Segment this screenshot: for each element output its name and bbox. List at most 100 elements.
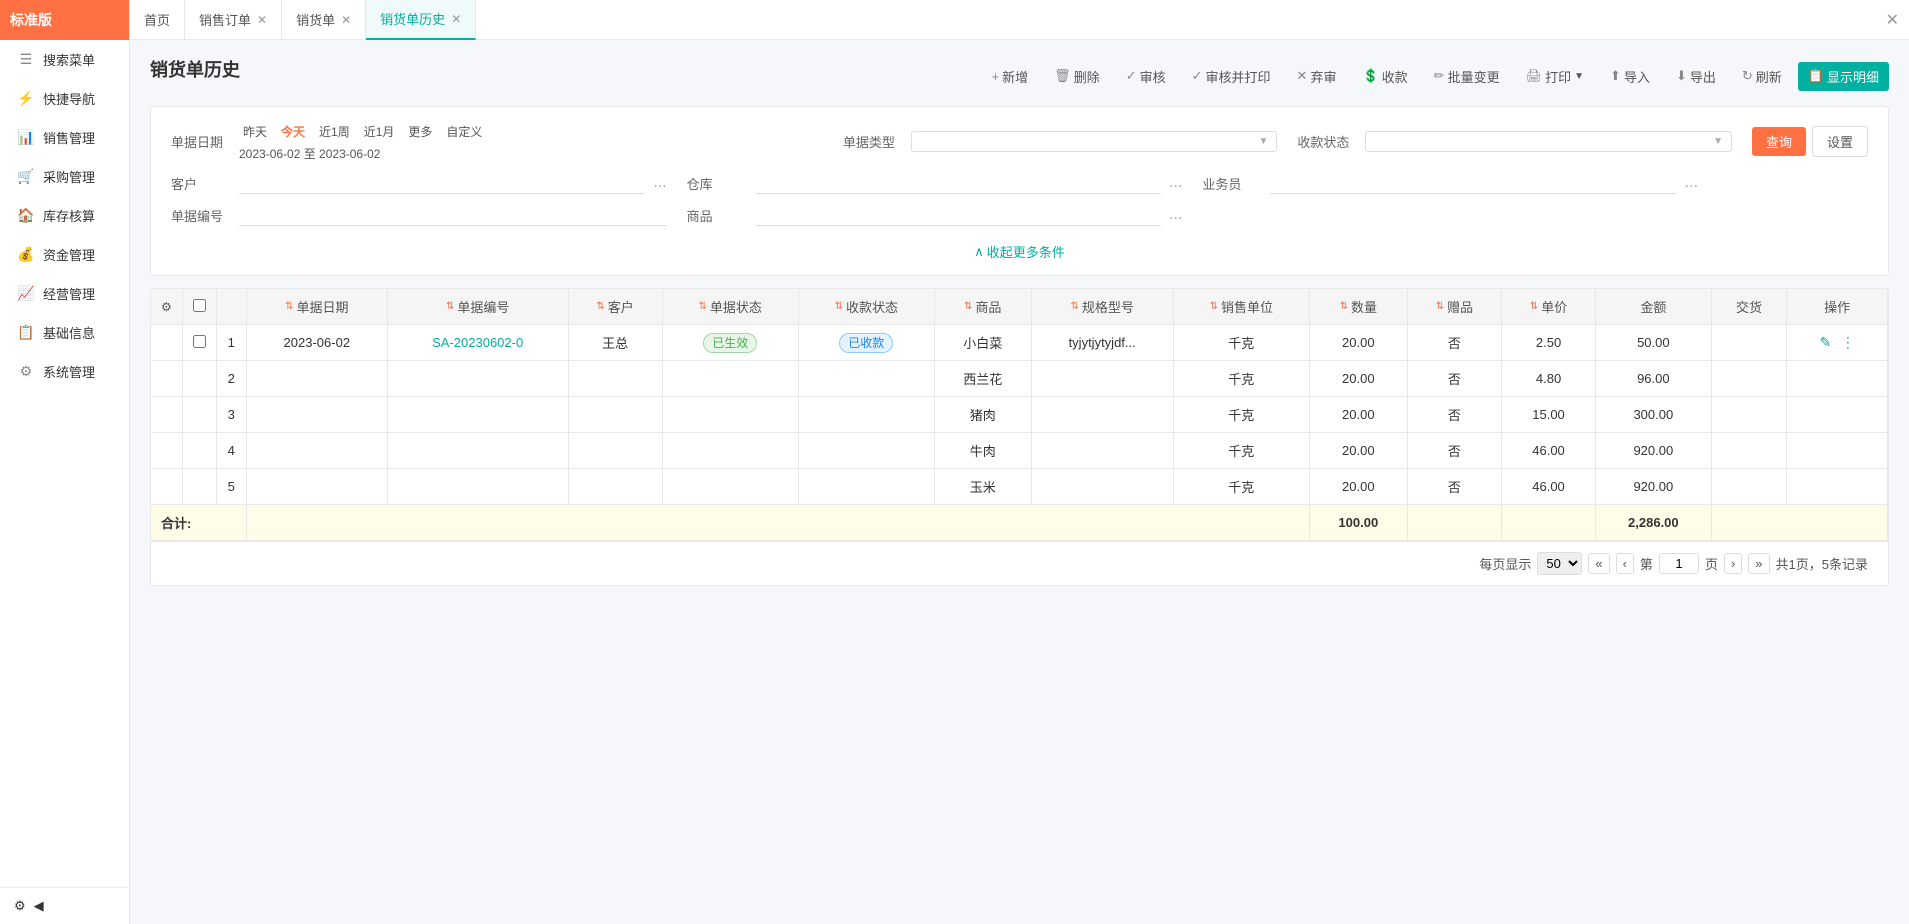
cell-qty-5: 20.00 [1309, 469, 1407, 505]
col-docno-label: 单据编号 [457, 297, 509, 316]
sidebar-settings-btn[interactable]: ⚙ ◀ [0, 888, 129, 924]
doc-type-select[interactable]: ▼ [911, 131, 1278, 152]
sidebar-item-base[interactable]: 📋 基础信息 [0, 313, 129, 352]
col-product[interactable]: ⇅商品 [934, 289, 1031, 325]
col-qty[interactable]: ⇅数量 [1309, 289, 1407, 325]
docno-label: 单据编号 [171, 206, 231, 225]
base-icon: 📋 [17, 324, 35, 342]
sidebar-item-search[interactable]: ☰ 搜索菜单 [0, 40, 129, 79]
payment-status-dropdown-icon: ▼ [1713, 136, 1723, 147]
tab-bar: 首页 销售订单 ✕ 销货单 ✕ 销货单历史 ✕ ✕ [130, 0, 1909, 40]
warehouse-dots[interactable]: ... [1169, 174, 1182, 192]
cell-trade-4 [1711, 433, 1787, 469]
next-page-btn[interactable]: › [1724, 553, 1742, 574]
docno-input[interactable] [239, 204, 667, 226]
salesperson-dots[interactable]: ... [1685, 174, 1698, 192]
date-lastmonth[interactable]: 近1月 [360, 121, 399, 142]
date-custom[interactable]: 自定义 [442, 121, 486, 142]
date-today[interactable]: 今天 [277, 121, 309, 142]
add-button[interactable]: + 新增 [982, 62, 1039, 91]
product-input[interactable] [755, 204, 1161, 226]
sidebar-item-sales[interactable]: 📊 销售管理 [0, 118, 129, 157]
cell-gear-4 [151, 433, 182, 469]
tab-sales-order[interactable]: 销售订单 ✕ [185, 0, 282, 40]
cell-action-5 [1787, 469, 1888, 505]
first-page-btn[interactable]: « [1588, 553, 1609, 574]
settings-filter-button[interactable]: 设置 [1812, 126, 1868, 157]
col-paystatus[interactable]: ⇅收款状态 [798, 289, 934, 325]
window-close-btn[interactable]: ✕ [1886, 10, 1899, 30]
row-check-1[interactable] [193, 335, 206, 348]
sidebar-item-base-label: 基础信息 [43, 323, 95, 342]
sidebar-item-inventory[interactable]: 🏠 库存核算 [0, 196, 129, 235]
cell-trade-3 [1711, 397, 1787, 433]
table-total-row: 合计: 100.00 2,286.00 [151, 505, 1888, 541]
check-all[interactable] [193, 299, 206, 312]
per-page-select[interactable]: 50 [1537, 552, 1582, 575]
col-gear[interactable]: ⚙ [151, 289, 182, 325]
filter-collapse[interactable]: ∧ 收起更多条件 [171, 236, 1868, 261]
col-docno[interactable]: ⇅单据编号 [387, 289, 568, 325]
tab-home[interactable]: 首页 [130, 0, 185, 40]
print-icon: 🖨 [1526, 68, 1543, 84]
refresh-button[interactable]: ↻ 刷新 [1732, 62, 1792, 91]
salesperson-label: 业务员 [1202, 174, 1262, 193]
page-number-input[interactable] [1659, 553, 1699, 574]
collect-button[interactable]: 💲 收款 [1352, 62, 1417, 91]
cell-rowno-3: 3 [216, 397, 246, 433]
tab-sales-goods-close[interactable]: ✕ [341, 13, 351, 27]
last-page-btn[interactable]: » [1748, 553, 1769, 574]
prev-page-btn[interactable]: ‹ [1616, 553, 1634, 574]
col-gift[interactable]: ⇅赠品 [1407, 289, 1501, 325]
export-button[interactable]: ⬇ 导出 [1666, 62, 1726, 91]
date-more[interactable]: 更多 [404, 121, 436, 142]
show-detail-button[interactable]: 📋 显示明细 [1798, 62, 1889, 91]
action-edit-1[interactable]: ✎ [1820, 334, 1832, 350]
query-button[interactable]: 查询 [1752, 127, 1806, 156]
col-docstatus[interactable]: ⇅单据状态 [662, 289, 798, 325]
delete-button[interactable]: 🗑 删除 [1044, 62, 1110, 91]
sidebar-item-fund[interactable]: 💰 资金管理 [0, 235, 129, 274]
customer-dots[interactable]: ... [653, 174, 666, 192]
abandon-button[interactable]: ✕ 弃审 [1287, 62, 1347, 91]
date-yesterday[interactable]: 昨天 [239, 121, 271, 142]
tab-sales-history[interactable]: 销货单历史 ✕ [366, 0, 476, 40]
product-dots[interactable]: ... [1169, 206, 1182, 224]
action-more-1[interactable]: ⋮ [1841, 334, 1855, 350]
sidebar-item-ops[interactable]: 📈 经营管理 [0, 274, 129, 313]
customer-input[interactable] [239, 172, 645, 194]
print-button[interactable]: 🖨 打印 ▼ [1516, 62, 1594, 91]
salesperson-input[interactable] [1270, 172, 1676, 194]
search-menu-icon: ☰ [17, 51, 35, 69]
col-date[interactable]: ⇅单据日期 [246, 289, 387, 325]
col-customer[interactable]: ⇅客户 [568, 289, 662, 325]
cell-amount-2: 96.00 [1596, 361, 1711, 397]
export-label: 导出 [1690, 67, 1716, 86]
col-price[interactable]: ⇅单价 [1501, 289, 1595, 325]
cell-check-1[interactable] [182, 325, 216, 361]
sidebar-item-sys[interactable]: ⚙ 系统管理 [0, 352, 129, 391]
tab-sales-order-close[interactable]: ✕ [257, 13, 267, 27]
tab-sales-goods[interactable]: 销货单 ✕ [282, 0, 366, 40]
audit-print-button[interactable]: ✓ 审核并打印 [1182, 62, 1281, 91]
warehouse-input[interactable] [755, 172, 1161, 194]
col-check[interactable] [182, 289, 216, 325]
audit-label: 审核 [1140, 67, 1166, 86]
cell-date-2 [246, 361, 387, 397]
tab-sales-history-close[interactable]: ✕ [451, 12, 461, 26]
batch-change-button[interactable]: ✏ 批量变更 [1424, 62, 1510, 91]
date-last7[interactable]: 近1周 [315, 121, 354, 142]
sidebar-item-quick-nav[interactable]: ⚡ 快捷导航 [0, 79, 129, 118]
payment-status-select[interactable]: ▼ [1365, 131, 1732, 152]
import-button[interactable]: ⬆ 导入 [1600, 62, 1660, 91]
col-unit[interactable]: ⇅销售单位 [1173, 289, 1309, 325]
sidebar-item-purchase[interactable]: 🛒 采购管理 [0, 157, 129, 196]
cell-date-1: 2023-06-02 [246, 325, 387, 361]
sidebar-item-sales-label: 销售管理 [43, 128, 95, 147]
cell-docno-1[interactable]: SA-20230602-0 [387, 325, 568, 361]
tab-sales-history-label: 销货单历史 [380, 9, 445, 28]
cell-price-2: 4.80 [1501, 361, 1595, 397]
col-spec[interactable]: ⇅规格型号 [1031, 289, 1173, 325]
audit-button[interactable]: ✓ 审核 [1116, 62, 1176, 91]
doc-type-filter-item: 单据类型 ▼ [843, 131, 1278, 152]
